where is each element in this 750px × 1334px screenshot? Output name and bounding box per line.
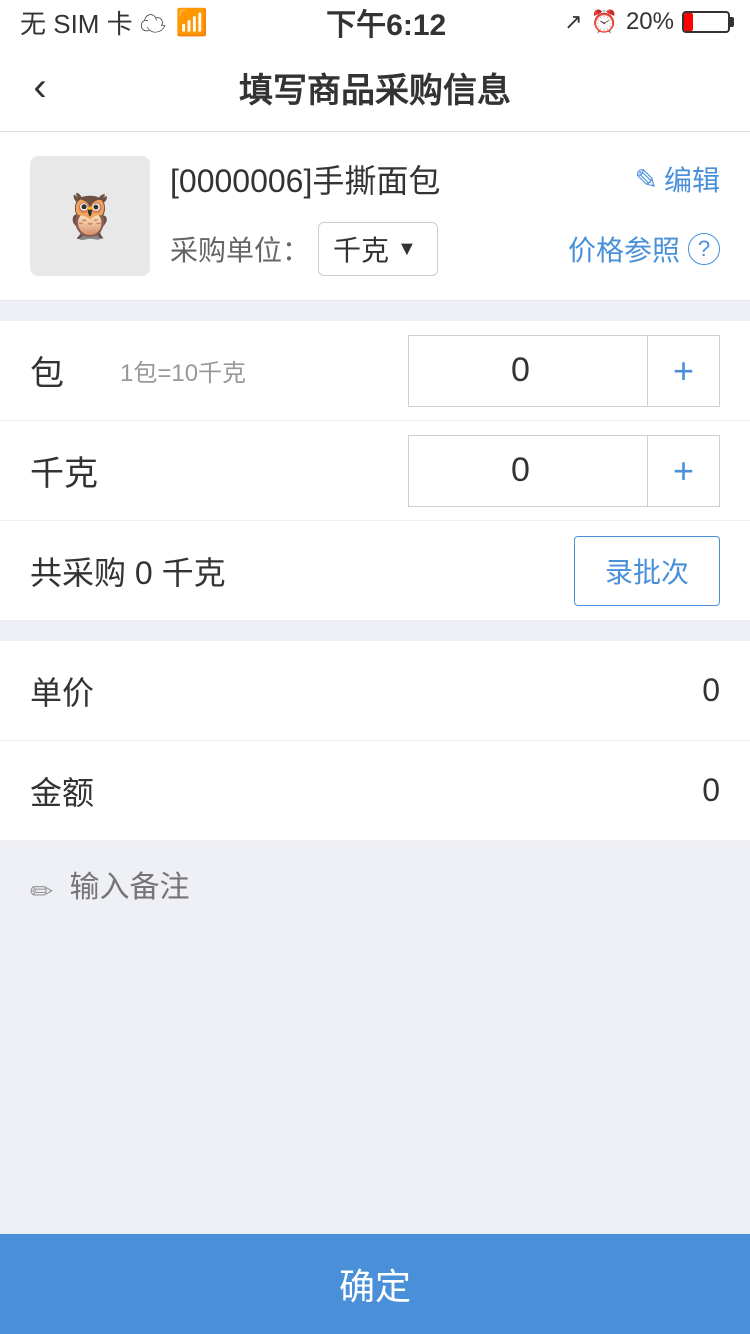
quantity-section: 包 1包=10千克 + 千克 + 共采购 0 千克 录批次 (0, 321, 750, 621)
package-label: 包 (30, 346, 110, 395)
location-icon: ↗ (564, 9, 582, 35)
unit-price-value: 0 (702, 672, 720, 709)
battery-tip (730, 17, 734, 27)
kg-input-group: + (408, 435, 720, 507)
amount-value: 0 (702, 772, 720, 809)
confirm-button-label: 确定 (339, 1258, 411, 1310)
remark-input[interactable] (69, 871, 720, 905)
back-button[interactable]: ‹ (0, 44, 80, 132)
product-logo: 🦉 (63, 190, 118, 242)
product-image: 🦉 (30, 156, 150, 276)
summary-row: 共采购 0 千克 录批次 (0, 521, 750, 621)
remark-section: ✏ (0, 841, 750, 1001)
price-section: 单价 0 金额 0 (0, 641, 750, 841)
status-bar-time: 下午6:12 (326, 0, 446, 44)
price-ref-label: 价格参照 (568, 229, 680, 269)
product-name: [0000006]手撕面包 (170, 156, 440, 202)
status-bar-right: ↗ ⏰ 20% (564, 8, 730, 36)
unit-value: 千克 (333, 229, 389, 269)
edit-label: 编辑 (664, 159, 720, 199)
divider-2 (0, 621, 750, 641)
sim-status: 无 SIM 卡 ☁ (20, 4, 166, 41)
battery-fill (684, 13, 693, 31)
unit-price-label: 单价 (30, 668, 94, 714)
kg-label: 千克 (30, 446, 110, 495)
package-input[interactable] (408, 335, 648, 407)
product-info: [0000006]手撕面包 ✎ 编辑 采购单位： 千克 ▼ 价格参照 ? (170, 156, 720, 276)
kg-plus-button[interactable]: + (648, 435, 720, 507)
unit-row: 采购单位： 千克 ▼ 价格参照 ? (170, 222, 720, 276)
package-row: 包 1包=10千克 + (0, 321, 750, 421)
price-ref-button[interactable]: 价格参照 ? (568, 229, 720, 269)
amount-label: 金额 (30, 768, 94, 814)
battery-percentage: 20% (626, 8, 674, 36)
package-sublabel: 1包=10千克 (120, 353, 408, 388)
divider-1 (0, 301, 750, 321)
unit-label: 采购单位： (170, 229, 310, 269)
back-arrow-icon: ‹ (33, 65, 46, 110)
battery-icon (682, 11, 730, 33)
batch-button[interactable]: 录批次 (574, 536, 720, 606)
confirm-button[interactable]: 确定 (0, 1234, 750, 1334)
wifi-icon: 📶 (176, 7, 208, 38)
nav-bar: ‹ 填写商品采购信息 (0, 44, 750, 132)
status-bar: 无 SIM 卡 ☁ 📶 下午6:12 ↗ ⏰ 20% (0, 0, 750, 44)
status-bar-left: 无 SIM 卡 ☁ 📶 (20, 4, 208, 41)
dropdown-icon: ▼ (397, 238, 417, 261)
package-plus-button[interactable]: + (648, 335, 720, 407)
edit-icon: ✎ (635, 163, 658, 196)
alarm-icon: ⏰ (591, 9, 618, 35)
kg-input[interactable] (408, 435, 648, 507)
edit-button[interactable]: ✎ 编辑 (635, 159, 720, 199)
price-ref-help-icon: ? (688, 233, 720, 265)
amount-row: 金额 0 (0, 741, 750, 841)
pencil-icon: ✏ (30, 875, 53, 908)
unit-price-row: 单价 0 (0, 641, 750, 741)
product-name-row: [0000006]手撕面包 ✎ 编辑 (170, 156, 720, 202)
page-title: 填写商品采购信息 (239, 63, 511, 112)
summary-text: 共采购 0 千克 (30, 548, 226, 594)
unit-select-button[interactable]: 千克 ▼ (318, 222, 438, 276)
package-input-group: + (408, 335, 720, 407)
kg-row: 千克 + (0, 421, 750, 521)
product-card: 🦉 [0000006]手撕面包 ✎ 编辑 采购单位： 千克 ▼ 价格参照 ? (0, 132, 750, 301)
